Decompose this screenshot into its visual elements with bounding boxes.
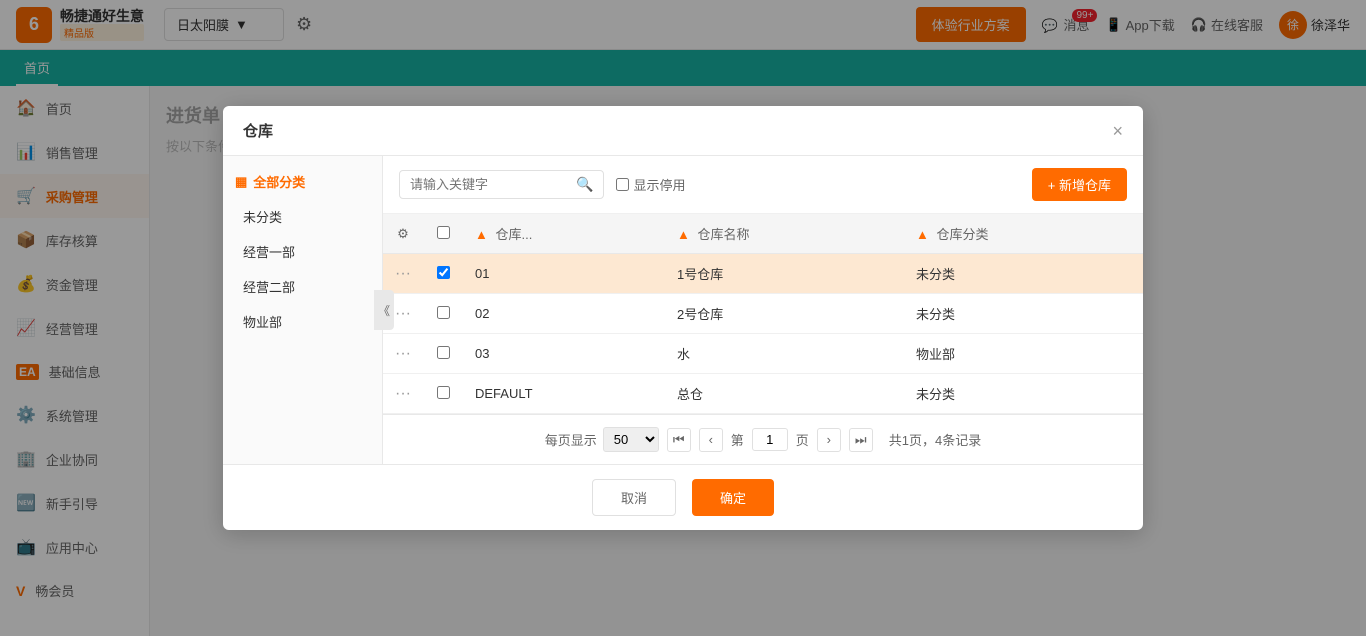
table-row[interactable]: ··· DEFAULT 总仓 未分类 bbox=[383, 374, 1143, 414]
th-code: ▲ 仓库... bbox=[463, 214, 665, 254]
table-row[interactable]: ··· 03 水 物业部 bbox=[383, 334, 1143, 374]
table-panel: 🔍 显示停用 + 新增仓库 ⚙ bbox=[383, 156, 1143, 464]
page-first-button[interactable]: ⏮ bbox=[667, 428, 691, 452]
row-code: 02 bbox=[463, 294, 665, 334]
show-disabled-checkbox[interactable] bbox=[616, 178, 629, 191]
per-page-select[interactable]: 102050100 bbox=[603, 427, 659, 452]
collapse-button[interactable]: 《 bbox=[374, 290, 394, 330]
page-next-button[interactable]: › bbox=[817, 428, 841, 452]
category-item-ops1[interactable]: 经营一部 bbox=[223, 234, 382, 269]
sort-icon-code: ▲ bbox=[475, 227, 488, 242]
row-checkbox[interactable] bbox=[437, 386, 450, 399]
row-checkbox[interactable] bbox=[437, 346, 450, 359]
row-code: DEFAULT bbox=[463, 374, 665, 414]
row-checkbox-cell[interactable] bbox=[423, 254, 463, 294]
page-number-input[interactable] bbox=[752, 428, 788, 451]
row-name: 水 bbox=[665, 334, 904, 374]
page-last-button[interactable]: ⏭ bbox=[849, 428, 873, 452]
th-name: ▲ 仓库名称 bbox=[665, 214, 904, 254]
row-name: 2号仓库 bbox=[665, 294, 904, 334]
search-input[interactable] bbox=[410, 177, 570, 192]
row-category: 未分类 bbox=[904, 254, 1143, 294]
pagination: 每页显示 102050100 ⏮ ‹ 第 页 › ⏭ 共1页，4条记录 bbox=[383, 414, 1143, 464]
select-all-checkbox[interactable] bbox=[437, 226, 450, 239]
table-header-row: ⚙ ▲ 仓库... ▲ 仓库名称 bbox=[383, 214, 1143, 254]
row-code: 01 bbox=[463, 254, 665, 294]
row-checkbox-cell[interactable] bbox=[423, 334, 463, 374]
search-input-wrap[interactable]: 🔍 bbox=[399, 170, 604, 199]
category-item-unclassified[interactable]: 未分类 bbox=[223, 199, 382, 234]
dialog-close-button[interactable]: × bbox=[1112, 122, 1123, 140]
row-category: 未分类 bbox=[904, 294, 1143, 334]
page-unit: 页 bbox=[796, 430, 809, 449]
row-action[interactable]: ··· bbox=[383, 374, 423, 414]
grid-icon: ▦ bbox=[235, 174, 247, 190]
page-total-info: 共1页，4条记录 bbox=[889, 430, 981, 449]
table-toolbar: 🔍 显示停用 + 新增仓库 bbox=[383, 156, 1143, 214]
dialog-body: ▦ 全部分类 未分类 经营一部 经营二部 物业部 《 🔍 bbox=[223, 156, 1143, 464]
cancel-button[interactable]: 取消 bbox=[592, 479, 676, 516]
th-category: ▲ 仓库分类 bbox=[904, 214, 1143, 254]
row-checkbox[interactable] bbox=[437, 306, 450, 319]
page-label: 第 bbox=[731, 430, 744, 449]
warehouse-table: ⚙ ▲ 仓库... ▲ 仓库名称 bbox=[383, 214, 1143, 414]
th-check[interactable] bbox=[423, 214, 463, 254]
warehouse-dialog: 仓库 × ▦ 全部分类 未分类 经营一部 经营二部 物业部 《 bbox=[223, 106, 1143, 530]
th-gear[interactable]: ⚙ bbox=[383, 214, 423, 254]
modal-overlay[interactable]: 仓库 × ▦ 全部分类 未分类 经营一部 经营二部 物业部 《 bbox=[0, 0, 1366, 636]
category-all[interactable]: ▦ 全部分类 bbox=[223, 164, 382, 199]
category-panel: ▦ 全部分类 未分类 经营一部 经营二部 物业部 《 bbox=[223, 156, 383, 464]
row-action[interactable]: ··· bbox=[383, 254, 423, 294]
row-category: 未分类 bbox=[904, 374, 1143, 414]
row-name: 1号仓库 bbox=[665, 254, 904, 294]
add-warehouse-button[interactable]: + 新增仓库 bbox=[1032, 168, 1127, 201]
search-icon[interactable]: 🔍 bbox=[576, 176, 593, 193]
row-checkbox[interactable] bbox=[437, 266, 450, 279]
confirm-button[interactable]: 确定 bbox=[692, 479, 774, 516]
row-code: 03 bbox=[463, 334, 665, 374]
category-item-ops2[interactable]: 经营二部 bbox=[223, 269, 382, 304]
page-prev-button[interactable]: ‹ bbox=[699, 428, 723, 452]
dialog-title: 仓库 bbox=[243, 120, 273, 141]
all-category-label: 全部分类 bbox=[253, 172, 305, 191]
row-checkbox-cell[interactable] bbox=[423, 374, 463, 414]
row-action[interactable]: ··· bbox=[383, 334, 423, 374]
per-page-selector: 每页显示 102050100 bbox=[545, 427, 659, 452]
row-category: 物业部 bbox=[904, 334, 1143, 374]
table-row[interactable]: ··· 01 1号仓库 未分类 bbox=[383, 254, 1143, 294]
dialog-footer: 取消 确定 bbox=[223, 464, 1143, 530]
category-item-property[interactable]: 物业部 bbox=[223, 304, 382, 339]
show-disabled-wrap: 显示停用 bbox=[616, 175, 685, 194]
row-name: 总仓 bbox=[665, 374, 904, 414]
show-disabled-label: 显示停用 bbox=[633, 175, 685, 194]
sort-icon-name: ▲ bbox=[677, 227, 690, 242]
per-page-label: 每页显示 bbox=[545, 430, 597, 449]
dialog-header: 仓库 × bbox=[223, 106, 1143, 156]
row-checkbox-cell[interactable] bbox=[423, 294, 463, 334]
table-row[interactable]: ··· 02 2号仓库 未分类 bbox=[383, 294, 1143, 334]
sort-icon-category: ▲ bbox=[916, 227, 929, 242]
